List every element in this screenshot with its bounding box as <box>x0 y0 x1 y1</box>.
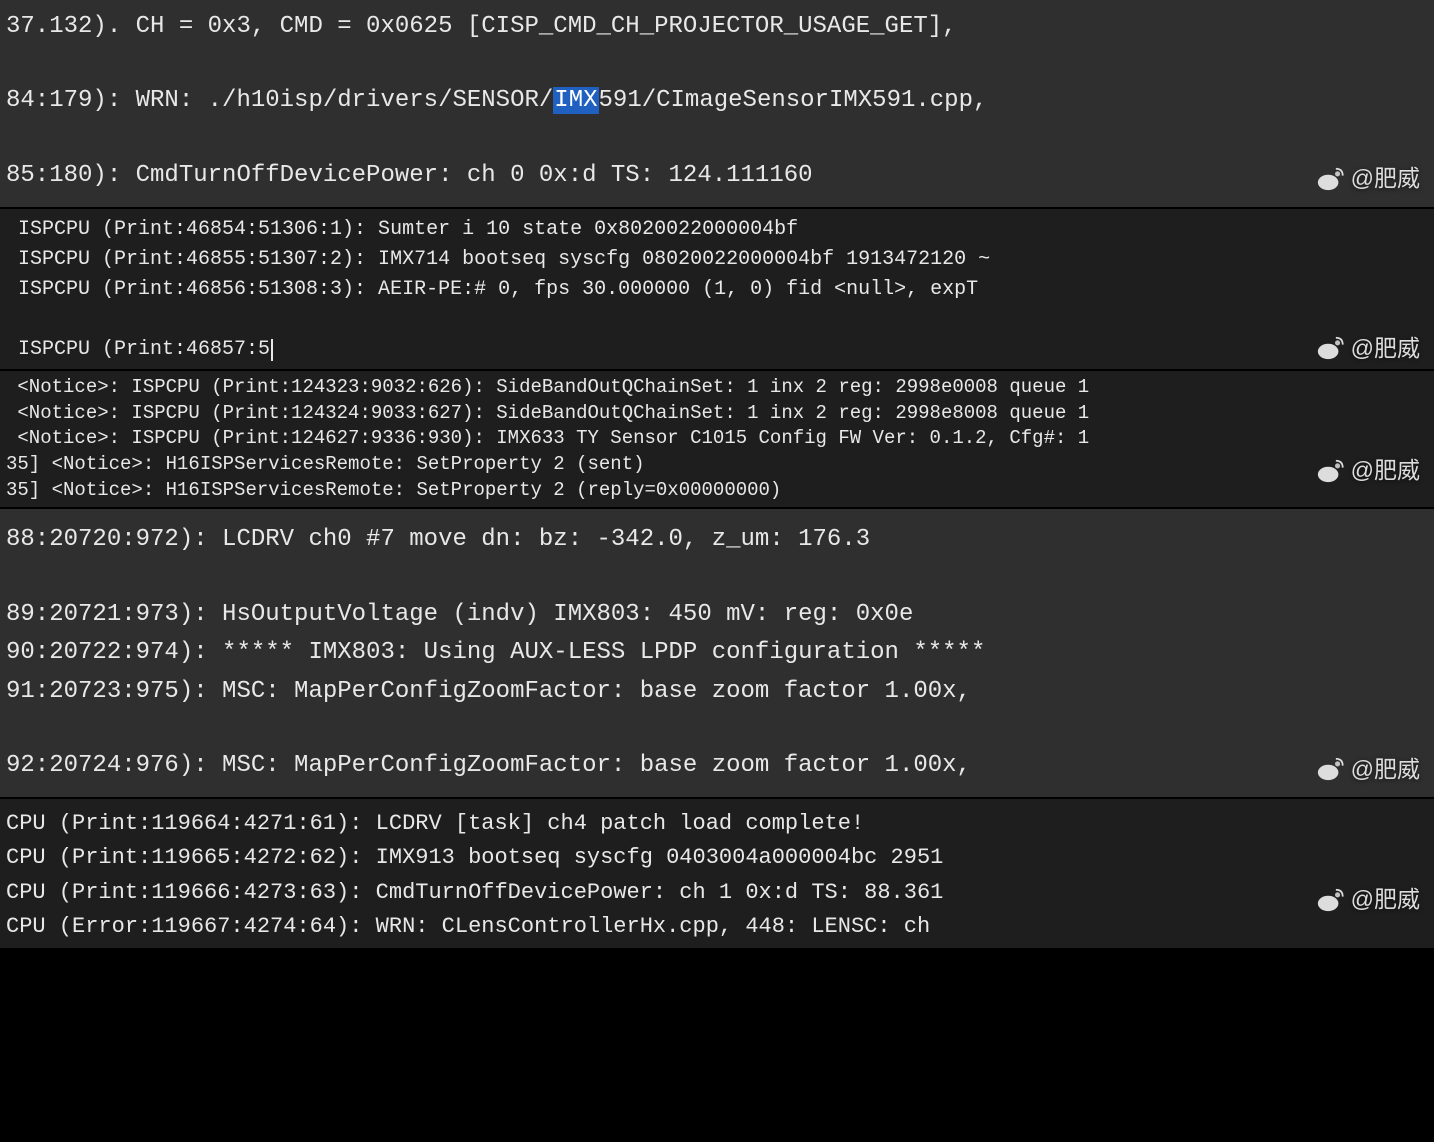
weibo-watermark: @肥威 <box>1317 882 1420 918</box>
weibo-icon <box>1317 167 1345 191</box>
log-line: 90:20722:974): ***** IMX803: Using AUX-L… <box>6 634 1434 672</box>
log-line: ISPCPU (Print:46857:5 <box>6 335 1434 365</box>
log-line: 37.132). CH = 0x3, CMD = 0x0625 [CISP_CM… <box>6 8 1434 46</box>
watermark-text: @肥威 <box>1351 882 1420 918</box>
log-line: <Notice>: ISPCPU (Print:124627:9336:930)… <box>6 426 1434 452</box>
log-text: ISPCPU (Print:46857:5 <box>6 338 270 361</box>
log-line: ISPCPU (Print:46856:51308:3): AEIR-PE:# … <box>6 275 1434 305</box>
log-section-3: <Notice>: ISPCPU (Print:124323:9032:626)… <box>0 371 1434 509</box>
log-line: 35] <Notice>: H16ISPServicesRemote: SetP… <box>6 478 1434 504</box>
log-text: 591/CImageSensorIMX591.cpp, <box>599 87 988 114</box>
log-line: CPU (Print:119664:4271:61): LCDRV [task]… <box>6 807 1434 841</box>
weibo-icon <box>1317 459 1345 483</box>
watermark-text: @肥威 <box>1351 160 1420 197</box>
log-line: 35] <Notice>: H16ISPServicesRemote: SetP… <box>6 452 1434 478</box>
log-line: CPU (Print:119666:4273:63): CmdTurnOffDe… <box>6 876 1434 910</box>
log-section-2: ISPCPU (Print:46854:51306:1): Sumter i 1… <box>0 209 1434 371</box>
log-line: <Notice>: ISPCPU (Print:124324:9033:627)… <box>6 401 1434 427</box>
watermark-text: @肥威 <box>1351 751 1420 788</box>
weibo-watermark: @肥威 <box>1317 160 1420 197</box>
highlighted-text[interactable]: IMX <box>553 87 598 114</box>
log-line: 89:20721:973): HsOutputVoltage (indv) IM… <box>6 596 1434 634</box>
log-line: CPU (Print:119665:4272:62): IMX913 boots… <box>6 841 1434 875</box>
log-section-1: 37.132). CH = 0x3, CMD = 0x0625 [CISP_CM… <box>0 0 1434 209</box>
log-line: ISPCPU (Print:46855:51307:2): IMX714 boo… <box>6 245 1434 275</box>
log-section-4: 88:20720:972): LCDRV ch0 #7 move dn: bz:… <box>0 509 1434 799</box>
text-cursor <box>271 339 273 361</box>
log-line: 91:20723:975): MSC: MapPerConfigZoomFact… <box>6 673 1434 711</box>
log-line: 92:20724:976): MSC: MapPerConfigZoomFact… <box>6 747 1434 785</box>
weibo-icon <box>1317 888 1345 912</box>
log-line: 88:20720:972): LCDRV ch0 #7 move dn: bz:… <box>6 521 1434 559</box>
watermark-text: @肥威 <box>1351 331 1420 366</box>
log-line: 84:179): WRN: ./h10isp/drivers/SENSOR/IM… <box>6 82 1434 120</box>
log-line: CPU (Error:119667:4274:64): WRN: CLensCo… <box>6 910 1434 944</box>
weibo-icon <box>1317 757 1345 781</box>
log-text: 84:179): WRN: ./h10isp/drivers/SENSOR/ <box>6 87 553 114</box>
weibo-watermark: @肥威 <box>1317 331 1420 366</box>
watermark-text: @肥威 <box>1351 455 1420 486</box>
log-section-5: CPU (Print:119664:4271:61): LCDRV [task]… <box>0 799 1434 949</box>
log-line: 85:180): CmdTurnOffDevicePower: ch 0 0x:… <box>6 157 1434 195</box>
log-line: <Notice>: ISPCPU (Print:124323:9032:626)… <box>6 375 1434 401</box>
log-line: ISPCPU (Print:46854:51306:1): Sumter i 1… <box>6 215 1434 245</box>
weibo-icon <box>1317 336 1345 360</box>
weibo-watermark: @肥威 <box>1317 751 1420 788</box>
weibo-watermark: @肥威 <box>1317 455 1420 486</box>
